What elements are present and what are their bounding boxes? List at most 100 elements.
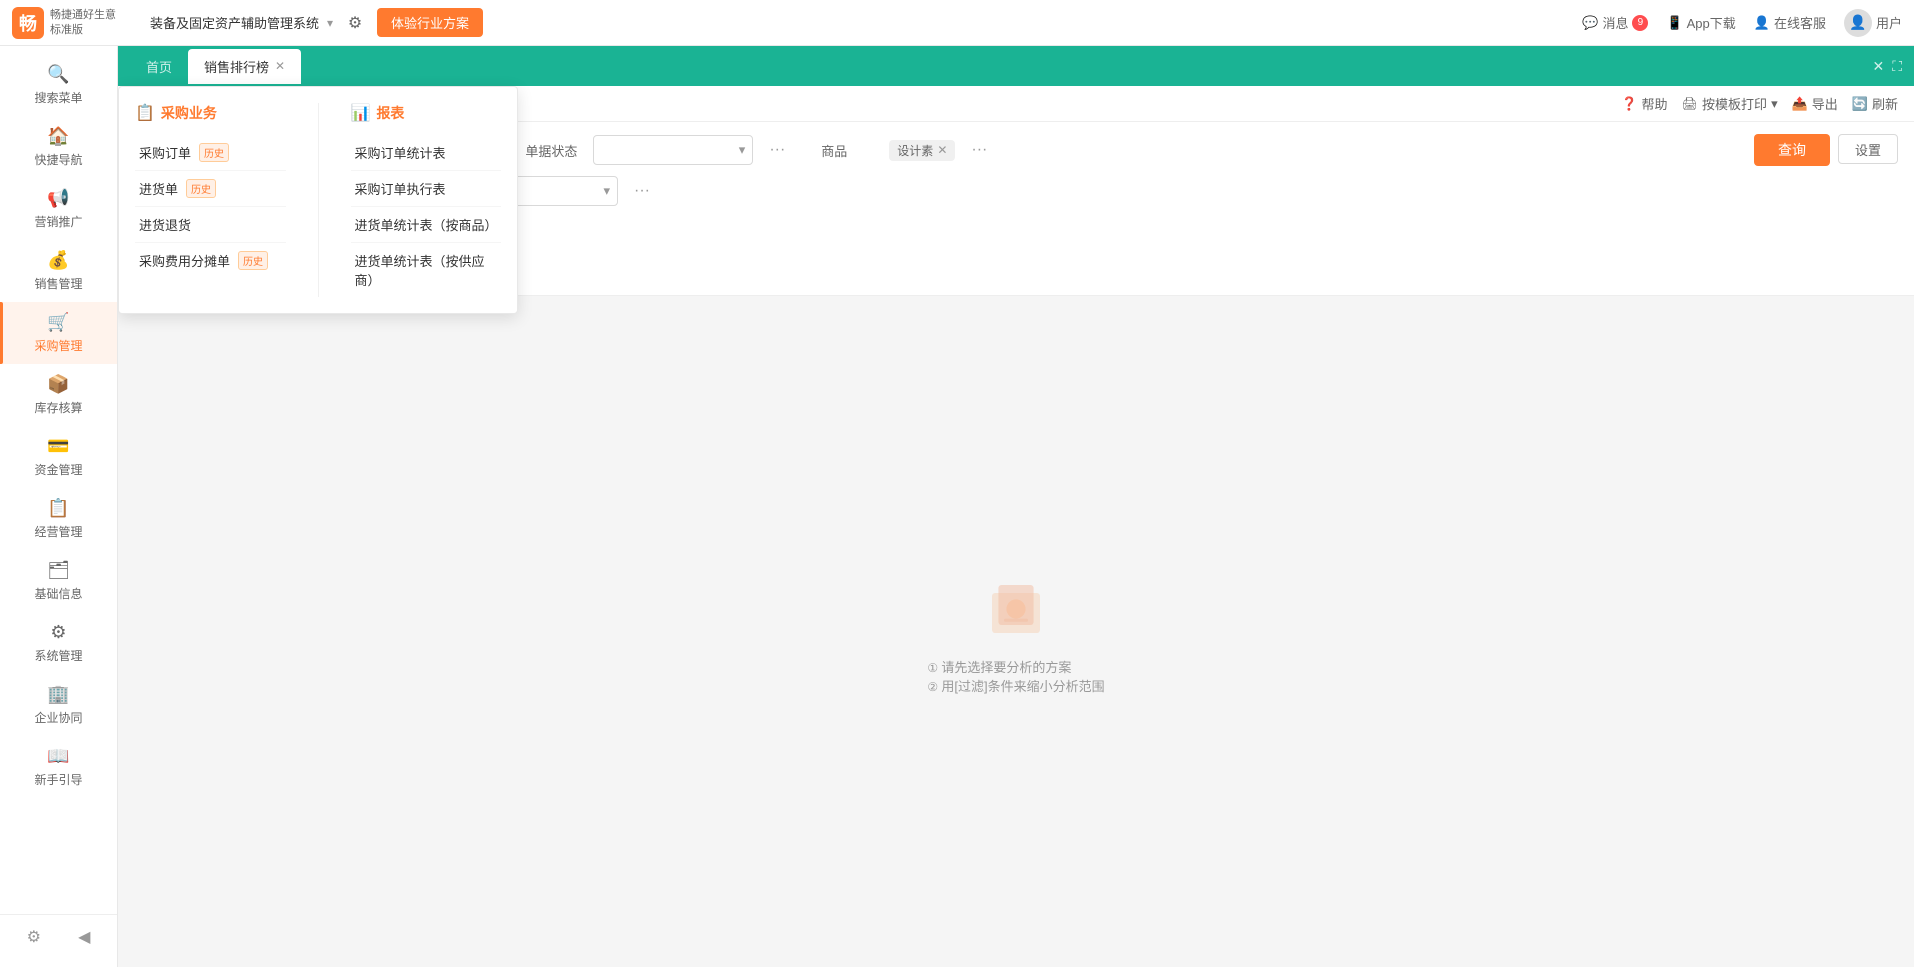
status-dots: ··· (765, 141, 789, 159)
dropdown-item-purchase-expense[interactable]: 采购费用分摊单 历史 (135, 243, 286, 278)
app-icon: 📱 (1666, 15, 1682, 31)
settings-button[interactable]: 设置 (1838, 134, 1898, 164)
tab-bar-actions: ✕ ⛶ (1872, 58, 1902, 75)
dropdown-item-goods-in[interactable]: 进货单 历史 (135, 171, 286, 207)
sidebar-label-system: 系统管理 (34, 647, 82, 664)
goods-label: 商品 (821, 141, 877, 160)
sidebar-item-system[interactable]: ⚙ 系统管理 (0, 612, 117, 674)
online-service-action[interactable]: 👤 在线客服 (1754, 13, 1826, 32)
message-action[interactable]: 💬 消息 9 (1582, 13, 1648, 32)
reports-col-icon: 📊 (351, 103, 371, 123)
enterprise-icon: 🏢 (47, 684, 69, 705)
sidebar-item-sales[interactable]: 💰 销售管理 (0, 240, 117, 302)
help-icon: ❓ (1621, 96, 1637, 112)
dropdown-item-report-3[interactable]: 进货单统计表（按商品） (351, 207, 502, 243)
tab-close-icon[interactable]: ✕ (275, 59, 285, 73)
sidebar-label-inventory: 库存核算 (34, 399, 82, 416)
purchase-icon: 🛒 (47, 312, 69, 333)
tab-sales-rank[interactable]: 销售排行榜 ✕ (188, 49, 301, 84)
print-arrow: ▾ (1771, 96, 1778, 112)
system-icon: ⚙ (50, 622, 66, 643)
sidebar-label-finance: 资金管理 (34, 461, 82, 478)
logo-area: 畅 畅捷通好生意 标准版 (12, 7, 130, 39)
active-indicator (0, 302, 3, 364)
main-layout: 🔍 搜索菜单 🏠 快捷导航 📢 营销推广 💰 销售管理 🛒 采购管理 📦 库存核… (0, 46, 1914, 967)
dropdown-item-report-4[interactable]: 进货单统计表（按供应商） (351, 243, 502, 297)
basic-icon: 🗂 (47, 560, 70, 581)
system-settings-icon[interactable]: ⚙ (341, 9, 369, 37)
avatar: 👤 (1844, 9, 1872, 37)
salesperson-dots: ··· (630, 182, 654, 200)
dropdown-item-purchase-order[interactable]: 采购订单 历史 (135, 135, 286, 171)
top-nav: 畅 畅捷通好生意 标准版 装备及固定资产辅助管理系统 ▾ ⚙ 体验行业方案 💬 … (0, 0, 1914, 46)
finance-icon: 💳 (47, 436, 69, 457)
refresh-icon: 🔄 (1852, 96, 1868, 112)
bottom-settings-icon[interactable]: ⚙ (23, 923, 45, 951)
sidebar-label-marketing: 营销推广 (34, 213, 82, 230)
print-icon: 🖨 (1682, 96, 1699, 112)
sidebar-item-enterprise[interactable]: 🏢 企业协同 (0, 674, 117, 736)
sidebar-item-basic[interactable]: 🗂 基础信息 (0, 550, 117, 612)
guide-icon: 📖 (47, 746, 69, 767)
inventory-icon: 📦 (47, 374, 69, 395)
dropdown-menu: 📋 采购业务 采购订单 历史 进货单 历史 进货退货 (118, 86, 518, 314)
sidebar-label-operation: 经营管理 (34, 523, 82, 540)
sidebar-item-purchase[interactable]: 🛒 采购管理 (0, 302, 117, 364)
empty-illustration (976, 569, 1056, 649)
export-action[interactable]: 📤 导出 (1792, 94, 1838, 113)
empty-state: 请先选择要分析的方案 用[过滤]条件来缩小分析范围 (118, 296, 1914, 967)
sales-icon: 💰 (47, 250, 69, 271)
system-title: 装备及固定资产辅助管理系统 (150, 13, 319, 32)
empty-tip-1: 请先选择要分析的方案 (927, 657, 1104, 676)
tab-maximize-icon[interactable]: ⛶ (1892, 58, 1902, 75)
industry-btn[interactable]: 体验行业方案 (377, 8, 483, 37)
tab-home[interactable]: 首页 (130, 49, 188, 84)
status-select[interactable] (593, 135, 753, 165)
marketing-icon: 📢 (47, 188, 69, 209)
print-action[interactable]: 🖨 按模板打印 ▾ (1682, 94, 1778, 113)
system-title-arrow[interactable]: ▾ (327, 16, 333, 30)
tab-minimize-icon[interactable]: ✕ (1872, 58, 1884, 75)
status-label: 单据状态 (525, 141, 581, 160)
nav-left: 畅 畅捷通好生意 标准版 装备及固定资产辅助管理系统 ▾ ⚙ 体验行业方案 (12, 7, 483, 39)
sidebar-item-operation[interactable]: 📋 经营管理 (0, 488, 117, 550)
sidebar-item-finance[interactable]: 💳 资金管理 (0, 426, 117, 488)
help-action[interactable]: ❓ 帮助 (1621, 94, 1667, 113)
sidebar: 🔍 搜索菜单 🏠 快捷导航 📢 营销推广 💰 销售管理 🛒 采购管理 📦 库存核… (0, 46, 118, 967)
sidebar-label-basic: 基础信息 (34, 585, 82, 602)
sidebar-label-search: 搜索菜单 (34, 89, 82, 106)
dropdown-col-title-reports: 📊 报表 (351, 103, 502, 123)
goods-tag-close[interactable]: ✕ (937, 143, 947, 157)
sidebar-label-enterprise: 企业协同 (34, 709, 82, 726)
status-select-wrap (593, 135, 753, 165)
user-action[interactable]: 👤 用户 (1844, 9, 1902, 37)
refresh-action[interactable]: 🔄 刷新 (1852, 94, 1898, 113)
sidebar-item-inventory[interactable]: 📦 库存核算 (0, 364, 117, 426)
operation-icon: 📋 (47, 498, 69, 519)
sidebar-item-quick-nav[interactable]: 🏠 快捷导航 (0, 116, 117, 178)
tab-bar: 首页 销售排行榜 ✕ ✕ ⛶ (118, 46, 1914, 86)
bottom-collapse-icon[interactable]: ◀ (74, 923, 94, 951)
query-button[interactable]: 查询 (1754, 134, 1830, 166)
dropdown-item-report-2[interactable]: 采购订单执行表 (351, 171, 502, 207)
search-icon: 🔍 (47, 64, 69, 85)
sidebar-item-guide[interactable]: 📖 新手引导 (0, 736, 117, 798)
export-icon: 📤 (1792, 96, 1808, 112)
dropdown-col-title-purchase: 📋 采购业务 (135, 103, 286, 123)
dropdown-col-purchase: 📋 采购业务 采购订单 历史 进货单 历史 进货退货 (135, 103, 286, 297)
sidebar-label-sales: 销售管理 (34, 275, 82, 292)
history-badge-3: 历史 (238, 251, 268, 270)
app-download-action[interactable]: 📱 App下载 (1666, 13, 1735, 32)
sidebar-item-marketing[interactable]: 📢 营销推广 (0, 178, 117, 240)
sidebar-item-search[interactable]: 🔍 搜索菜单 (0, 54, 117, 116)
goods-tag[interactable]: 设计素 ✕ (889, 140, 955, 161)
dropdown-item-goods-return[interactable]: 进货退货 (135, 207, 286, 243)
dropdown-col-reports: 📊 报表 采购订单统计表 采购订单执行表 进货单统计表（按商品） 进货单统计表（… (351, 103, 502, 297)
content-area: 首页 销售排行榜 ✕ ✕ ⛶ 📋 采购业务 (118, 46, 1914, 967)
dropdown-divider (318, 103, 319, 297)
sidebar-label-purchase: 采购管理 (34, 337, 82, 354)
sidebar-label-quick-nav: 快捷导航 (34, 151, 82, 168)
dropdown-item-report-1[interactable]: 采购订单统计表 (351, 135, 502, 171)
history-badge-1: 历史 (199, 143, 229, 162)
empty-state-tips: 请先选择要分析的方案 用[过滤]条件来缩小分析范围 (927, 657, 1104, 695)
